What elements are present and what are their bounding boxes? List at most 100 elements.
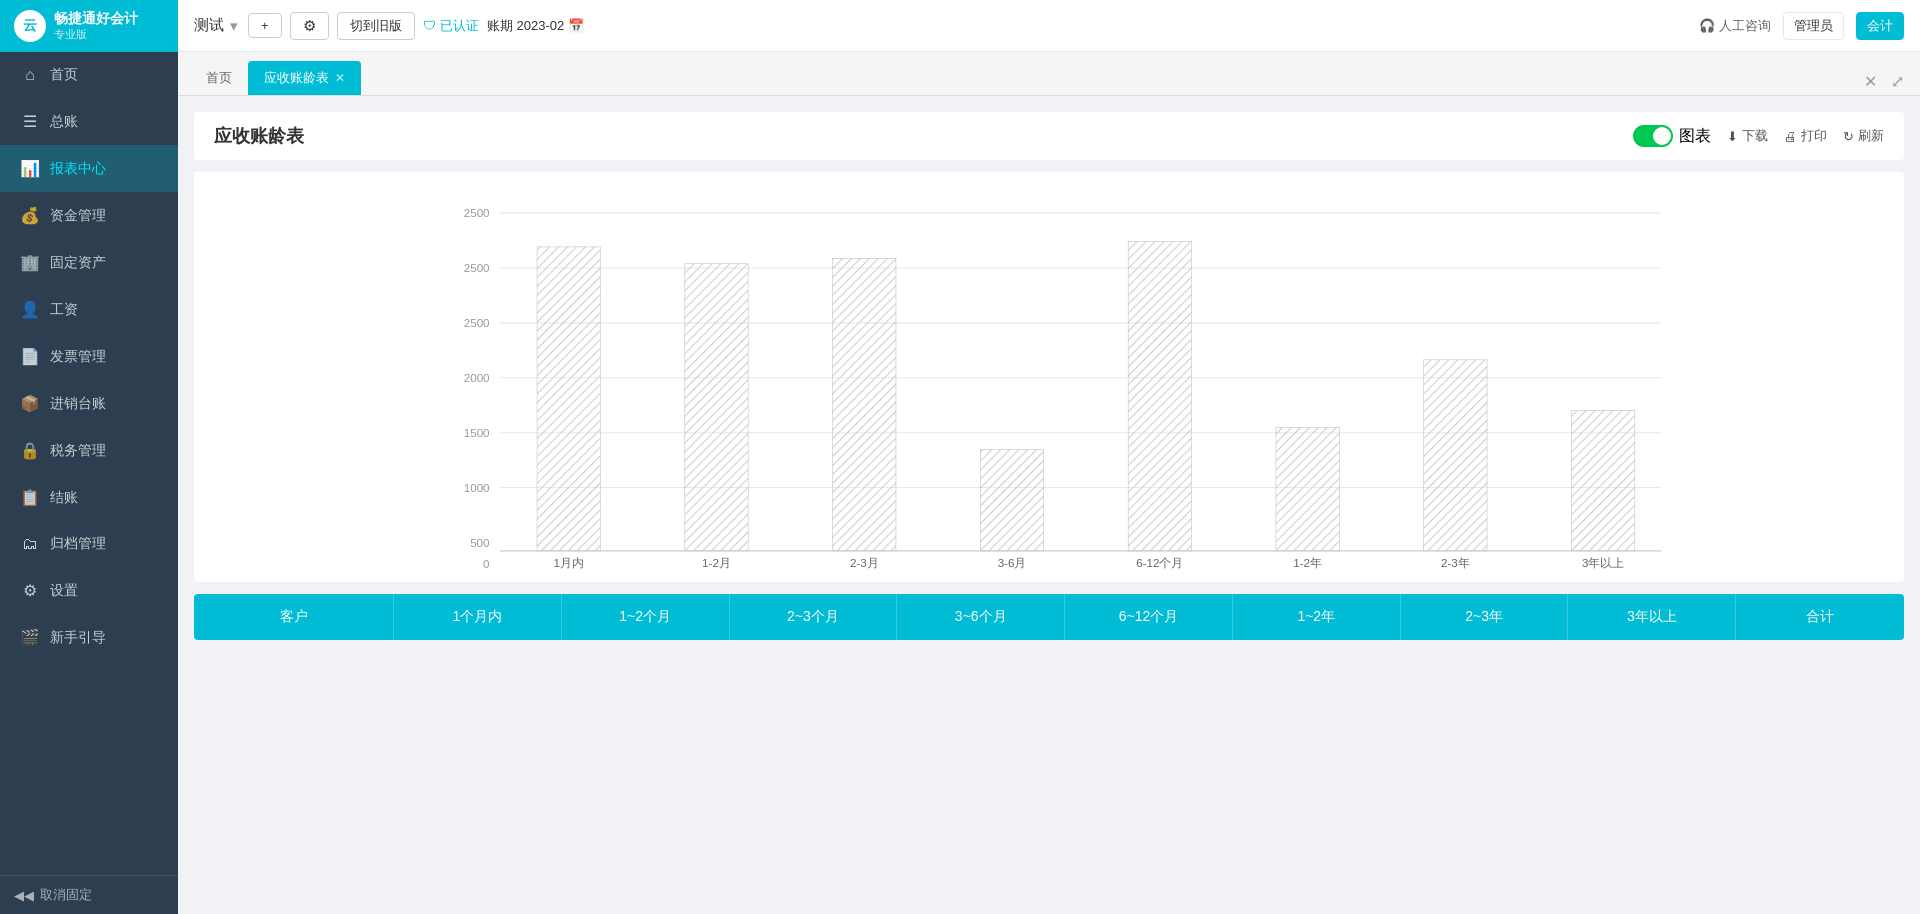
svg-text:3年以上: 3年以上 [1582, 556, 1624, 569]
svg-text:0: 0 [483, 557, 489, 570]
tabbar: 首页 应收账龄表 ✕ ✕ ⤢ [178, 52, 1920, 96]
page-title: 应收账龄表 [214, 124, 304, 148]
settings-icon: ⚙ [20, 581, 40, 600]
guide-icon: 🎬 [20, 628, 40, 647]
sidebar-label-settings: 设置 [50, 582, 78, 600]
sidebar: 云 畅捷通好会计 专业版 ⌂首页☰总账📊报表中心💰资金管理🏢固定资产👤工资📄发票… [0, 0, 178, 914]
sidebar-item-closing[interactable]: 📋 结账 [0, 474, 178, 521]
expand-btn[interactable]: ⤢ [1887, 68, 1908, 95]
home-icon: ⌂ [20, 66, 40, 84]
download-icon: ⬇ [1727, 129, 1738, 144]
accountant-btn[interactable]: 会计 [1856, 12, 1904, 40]
th-7: 2~3年 [1401, 594, 1569, 640]
close-panel-btn[interactable]: ✕ [1860, 68, 1881, 95]
invoice-icon: 📄 [20, 347, 40, 366]
svg-text:3-6月: 3-6月 [998, 556, 1027, 569]
sidebar-label-invoice: 发票管理 [50, 348, 106, 366]
th-4: 3~6个月 [897, 594, 1065, 640]
topbar: 测试 ▾ + ⚙ 切到旧版 🛡 已认证 账期 2023-02 📅 🎧 人工咨询 [178, 0, 1920, 52]
settings-btn[interactable]: ⚙ [290, 12, 329, 40]
svg-text:6-12个月: 6-12个月 [1136, 556, 1183, 569]
sidebar-item-sales[interactable]: 📦 进销台账 [0, 380, 178, 427]
sidebar-label-report: 报表中心 [50, 160, 106, 178]
sidebar-item-funds[interactable]: 💰资金管理 [0, 192, 178, 239]
page-actions: 图表 ⬇ 下载 🖨 打印 ↻ 刷新 [1633, 125, 1884, 147]
sidebar-item-invoice[interactable]: 📄 发票管理 [0, 333, 178, 380]
ledger-icon: ☰ [20, 112, 40, 131]
th-8: 3年以上 [1568, 594, 1736, 640]
payroll-icon: 👤 [20, 300, 40, 319]
download-btn[interactable]: ⬇ 下载 [1727, 127, 1768, 145]
sales-icon: 📦 [20, 394, 40, 413]
certified-badge: 🛡 已认证 [423, 17, 479, 35]
table-wrap: 客户1个月内1~2个月2~3个月3~6个月6~12个月1~2年2~3年3年以上合… [194, 594, 1904, 640]
assets-icon: 🏢 [20, 253, 40, 272]
sidebar-item-archive[interactable]: 🗂 归档管理 [0, 521, 178, 567]
svg-text:1-2年: 1-2年 [1293, 556, 1322, 569]
sidebar-item-guide[interactable]: 🎬 新手引导 [0, 614, 178, 661]
add-btn[interactable]: + [248, 13, 282, 38]
sidebar-item-tax[interactable]: 🔒税务管理 [0, 427, 178, 474]
bar-3-6月 [980, 450, 1043, 551]
tab-close-icon[interactable]: ✕ [335, 71, 345, 85]
sidebar-item-assets[interactable]: 🏢 固定资产 [0, 239, 178, 286]
funds-icon: 💰 [20, 206, 40, 225]
sidebar-label-home: 首页 [50, 66, 78, 84]
th-6: 1~2年 [1233, 594, 1401, 640]
table-header: 客户1个月内1~2个月2~3个月3~6个月6~12个月1~2年2~3年3年以上合… [194, 594, 1904, 640]
th-3: 2~3个月 [730, 594, 898, 640]
consult-btn[interactable]: 🎧 人工咨询 [1699, 17, 1771, 35]
tab-home[interactable]: 首页 [190, 61, 248, 95]
switch-version-btn[interactable]: 切到旧版 [337, 12, 415, 40]
tabbar-right: ✕ ⤢ [1860, 68, 1908, 95]
sidebar-label-sales: 进销台账 [50, 395, 106, 413]
sidebar-item-settings[interactable]: ⚙ 设置 [0, 567, 178, 614]
dropdown-icon[interactable]: ▾ [230, 17, 238, 35]
bar-2-3年 [1424, 360, 1487, 551]
tab-aging[interactable]: 应收账龄表 ✕ [248, 61, 361, 95]
calendar-icon[interactable]: 📅 [568, 18, 584, 33]
chart-toggle-label: 图表 [1679, 126, 1711, 147]
sidebar-item-ledger[interactable]: ☰ 总账 [0, 98, 178, 145]
bar-3年以上 [1572, 411, 1635, 551]
refresh-btn[interactable]: ↻ 刷新 [1843, 127, 1884, 145]
svg-text:500: 500 [470, 536, 489, 549]
svg-text:2-3月: 2-3月 [850, 556, 879, 569]
th-2: 1~2个月 [562, 594, 730, 640]
chart-toggle[interactable] [1633, 125, 1673, 147]
content-area: 应收账龄表 图表 ⬇ 下载 🖨 打印 ↻ 刷新 [178, 96, 1920, 914]
company-name: 测试 ▾ [194, 16, 238, 35]
sidebar-item-report[interactable]: 📊报表中心 [0, 145, 178, 192]
sidebar-label-ledger: 总账 [50, 113, 78, 131]
svg-text:2500: 2500 [464, 206, 490, 219]
app-edition: 专业版 [54, 27, 138, 42]
th-9: 合计 [1736, 594, 1904, 640]
print-icon: 🖨 [1784, 129, 1797, 144]
bar-1-2年 [1276, 427, 1339, 551]
cancel-fixed-btn[interactable]: ◀◀ 取消固定 [0, 875, 178, 914]
bar-6-12月 [1128, 242, 1191, 551]
sidebar-label-archive: 归档管理 [50, 535, 106, 553]
closing-icon: 📋 [20, 488, 40, 507]
chart-container: 2500 2500 2500 2000 1500 1000 500 0 [194, 172, 1904, 582]
sidebar-label-guide: 新手引导 [50, 629, 106, 647]
bar-1-2月 [685, 264, 748, 551]
print-btn[interactable]: 🖨 打印 [1784, 127, 1827, 145]
bar-2-3月 [833, 259, 896, 551]
topbar-right: 🎧 人工咨询 管理员 会计 [1699, 12, 1904, 40]
archive-icon: 🗂 [20, 535, 40, 553]
sidebar-label-closing: 结账 [50, 489, 78, 507]
manager-btn[interactable]: 管理员 [1783, 12, 1844, 40]
sidebar-label-assets: 固定资产 [50, 254, 106, 272]
th-1: 1个月内 [394, 594, 562, 640]
sidebar-label-tax: 税务管理 [50, 442, 106, 460]
svg-text:2500: 2500 [464, 316, 490, 329]
chart-toggle-wrap: 图表 [1633, 125, 1711, 147]
headset-icon: 🎧 [1699, 18, 1715, 33]
sidebar-item-payroll[interactable]: 👤 工资 [0, 286, 178, 333]
sidebar-item-home[interactable]: ⌂ 首页 [0, 52, 178, 98]
sidebar-nav: ⌂首页☰总账📊报表中心💰资金管理🏢固定资产👤工资📄发票管理📦进销台账🔒税务管理📋… [0, 52, 178, 875]
topbar-actions: + ⚙ 切到旧版 🛡 已认证 账期 2023-02 📅 [248, 12, 584, 40]
svg-text:2000: 2000 [464, 371, 490, 384]
sidebar-label-payroll: 工资 [50, 301, 78, 319]
